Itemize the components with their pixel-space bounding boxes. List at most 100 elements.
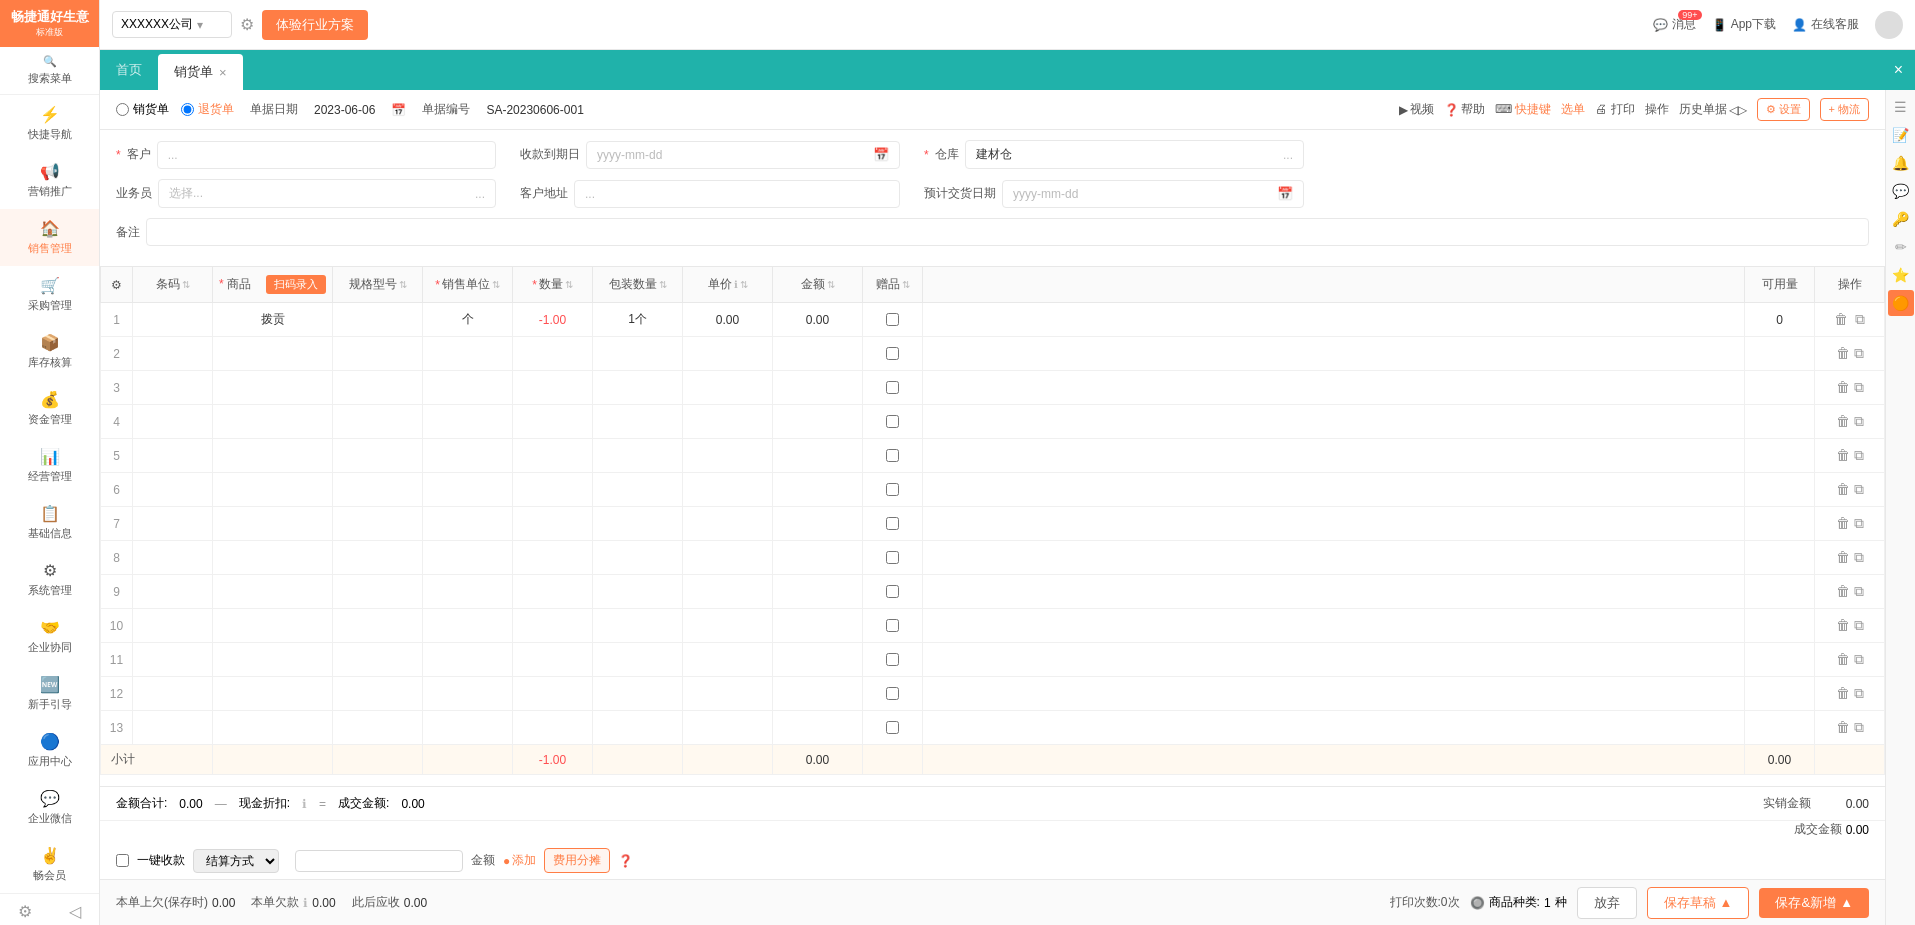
sidebar-item-system[interactable]: ⚙ 系统管理 [0, 551, 99, 608]
spec-1[interactable] [333, 303, 423, 337]
rp-icon-bell[interactable]: 🔔 [1888, 150, 1914, 176]
sidebar-item-purchase[interactable]: 🛒 采购管理 [0, 266, 99, 323]
copy-row-3[interactable]: ⧉ [1852, 377, 1866, 398]
doc-action-history[interactable]: 历史单据 ◁▷ [1679, 101, 1747, 118]
customer-addr-input[interactable]: ... [574, 180, 900, 208]
copy-row-2[interactable]: ⧉ [1852, 343, 1866, 364]
radio-return-order[interactable]: 退货单 [181, 101, 234, 118]
collapse-icon[interactable]: ◁ [69, 902, 81, 921]
rp-icon-star[interactable]: ⭐ [1888, 262, 1914, 288]
delete-row-6[interactable]: 🗑 [1834, 479, 1852, 499]
delete-row-4[interactable]: 🗑 [1834, 411, 1852, 431]
gift-checkbox-5[interactable] [886, 449, 899, 462]
sidebar-item-collab[interactable]: 🤝 企业协同 [0, 608, 99, 665]
scan-button[interactable]: 扫码录入 [266, 275, 326, 294]
copy-row-7[interactable]: ⧉ [1852, 513, 1866, 534]
price-info-icon[interactable]: ℹ [734, 279, 738, 290]
discount-info-icon[interactable]: ℹ [302, 797, 307, 811]
tab-sales-order[interactable]: 销货单 × [158, 54, 243, 90]
product-1[interactable]: 拨贡 [213, 303, 333, 337]
message-button[interactable]: 💬 消息 99+ [1653, 16, 1696, 33]
gift-checkbox-7[interactable] [886, 517, 899, 530]
sidebar-item-sales[interactable]: 🏠 销售管理 [0, 209, 99, 266]
copy-row-13[interactable]: ⧉ [1852, 717, 1866, 738]
doc-action-video[interactable]: ▶ 视频 [1399, 101, 1434, 118]
delete-row-1[interactable]: 🗑 [1832, 309, 1850, 329]
rp-icon-orange[interactable]: 🟠 [1888, 290, 1914, 316]
copy-row-6[interactable]: ⧉ [1852, 479, 1866, 500]
settings-gear-icon[interactable]: ⚙ [240, 15, 254, 34]
doc-action-select[interactable]: 选单 [1561, 101, 1585, 118]
expected-date-calendar-icon[interactable]: 📅 [1277, 186, 1293, 201]
rp-icon-list[interactable]: ☰ [1888, 94, 1914, 120]
copy-row-1[interactable]: ⧉ [1853, 309, 1867, 330]
settings-bottom-icon[interactable]: ⚙ [18, 902, 32, 921]
gift-checkbox-6[interactable] [886, 483, 899, 496]
user-avatar[interactable] [1875, 11, 1903, 39]
fee-help-icon[interactable]: ❓ [618, 854, 633, 868]
settings-btn[interactable]: ⚙ 设置 [1757, 98, 1810, 121]
calc-method-select[interactable]: 结算方式 [193, 849, 279, 873]
sidebar-item-appcenter[interactable]: 🔵 应用中心 [0, 722, 99, 779]
tab-home[interactable]: 首页 [100, 50, 158, 90]
gift-checkbox-1[interactable] [886, 313, 899, 326]
rp-icon-key[interactable]: 🔑 [1888, 206, 1914, 232]
copy-row-4[interactable]: ⧉ [1852, 411, 1866, 432]
fee-split-button[interactable]: 费用分摊 [544, 848, 610, 873]
sidebar-item-guide[interactable]: 🆕 新手引导 [0, 665, 99, 722]
gift-checkbox-11[interactable] [886, 653, 899, 666]
delete-row-13[interactable]: 🗑 [1834, 717, 1852, 737]
product-2[interactable] [213, 337, 333, 371]
due-date-input[interactable]: yyyy-mm-dd 📅 [586, 141, 900, 169]
copy-row-9[interactable]: ⧉ [1852, 581, 1866, 602]
company-selector[interactable]: XXXXXX公司 ▾ [112, 11, 232, 38]
gift-checkbox-4[interactable] [886, 415, 899, 428]
logistics-btn[interactable]: + 物流 [1820, 98, 1869, 121]
online-service-button[interactable]: 👤 在线客服 [1792, 16, 1859, 33]
save-new-button[interactable]: 保存&新增 ▲ [1759, 888, 1869, 918]
expected-date-input[interactable]: yyyy-mm-dd 📅 [1002, 180, 1304, 208]
delete-row-10[interactable]: 🗑 [1834, 615, 1852, 635]
tab-close-all-button[interactable]: × [1894, 61, 1903, 79]
barcode-1[interactable] [133, 303, 213, 337]
copy-row-10[interactable]: ⧉ [1852, 615, 1866, 636]
delete-row-9[interactable]: 🗑 [1834, 581, 1852, 601]
sidebar-item-basic[interactable]: 📋 基础信息 [0, 494, 99, 551]
delete-row-11[interactable]: 🗑 [1834, 649, 1852, 669]
warehouse-input[interactable]: 建材仓 ... [965, 140, 1304, 169]
delete-row-2[interactable]: 🗑 [1834, 343, 1852, 363]
delete-row-7[interactable]: 🗑 [1834, 513, 1852, 533]
rp-icon-chat[interactable]: 💬 [1888, 178, 1914, 204]
radio-sales-input[interactable] [116, 103, 129, 116]
gift-checkbox-2[interactable] [886, 347, 899, 360]
sidebar-item-operation[interactable]: 📊 经营管理 [0, 437, 99, 494]
gift-checkbox-9[interactable] [886, 585, 899, 598]
copy-row-12[interactable]: ⧉ [1852, 683, 1866, 704]
pkgqty-1[interactable]: 1个 [593, 303, 683, 337]
app-download-button[interactable]: 📱 App下载 [1712, 16, 1776, 33]
delete-row-5[interactable]: 🗑 [1834, 445, 1852, 465]
barcode-2[interactable] [133, 337, 213, 371]
delete-row-3[interactable]: 🗑 [1834, 377, 1852, 397]
copy-row-5[interactable]: ⧉ [1852, 445, 1866, 466]
gift-checkbox-8[interactable] [886, 551, 899, 564]
delete-row-8[interactable]: 🗑 [1834, 547, 1852, 567]
doc-action-operate[interactable]: 操作 [1645, 101, 1669, 118]
doc-action-help[interactable]: ❓ 帮助 [1444, 101, 1485, 118]
debt-info-icon[interactable]: ℹ [303, 896, 308, 910]
gift-checkbox-10[interactable] [886, 619, 899, 632]
due-date-calendar-icon[interactable]: 📅 [873, 147, 889, 162]
customer-input[interactable]: ... [157, 141, 496, 169]
copy-row-8[interactable]: ⧉ [1852, 547, 1866, 568]
sidebar-item-member[interactable]: ✌ 畅会员 [0, 836, 99, 893]
sidebar-item-quick-nav[interactable]: ⚡ 快捷导航 [0, 95, 99, 152]
trial-button[interactable]: 体验行业方案 [262, 10, 368, 40]
unit-1[interactable]: 个 [423, 303, 513, 337]
gift-checkbox-12[interactable] [886, 687, 899, 700]
qty-1[interactable]: -1.00 [513, 303, 593, 337]
one-click-pay-checkbox[interactable] [116, 854, 129, 867]
gift-checkbox-3[interactable] [886, 381, 899, 394]
add-payment-button[interactable]: ● 添加 [503, 852, 536, 869]
sidebar-item-wechat[interactable]: 💬 企业微信 [0, 779, 99, 836]
delete-row-12[interactable]: 🗑 [1834, 683, 1852, 703]
